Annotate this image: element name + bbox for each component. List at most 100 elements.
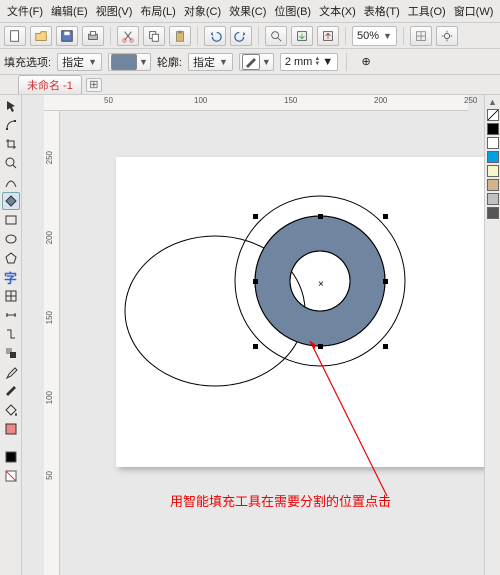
search-button[interactable]	[265, 26, 287, 46]
spinner[interactable]: ▲▼	[314, 57, 320, 67]
outline-mode-combo[interactable]: 指定 ▼	[188, 53, 233, 71]
pick-tool[interactable]	[2, 97, 20, 115]
ruler-mark: 250	[464, 96, 477, 105]
zoom-tool[interactable]	[2, 154, 20, 172]
ruler-mark: 50	[45, 471, 54, 480]
interactive-fill-tool[interactable]	[2, 420, 20, 438]
menu-tools[interactable]: 工具(O)	[405, 2, 449, 20]
outline-mode-value: 指定	[193, 54, 215, 70]
separator	[110, 27, 111, 45]
selection-handle[interactable]	[253, 279, 258, 284]
canvas-area[interactable]: 50 100 150 200 250 250 200 150 100 50	[22, 95, 484, 575]
menu-edit[interactable]: 编辑(E)	[48, 2, 91, 20]
palette-up-icon[interactable]: ▲	[488, 97, 497, 107]
paste-button[interactable]	[169, 26, 191, 46]
new-button[interactable]	[4, 26, 26, 46]
smart-fill-tool[interactable]	[2, 192, 20, 210]
ruler-mark: 50	[104, 96, 113, 105]
zoom-level-combo[interactable]: 50% ▼	[352, 26, 397, 46]
outline-style-picker[interactable]: ▼	[239, 53, 274, 71]
zoom-level-value: 50%	[357, 30, 379, 42]
outline-label: 轮廓:	[157, 54, 182, 70]
chevron-down-icon: ▼	[262, 57, 271, 67]
add-tab-button[interactable]: ⊞	[86, 78, 102, 92]
color-swatch[interactable]	[487, 193, 499, 205]
open-button[interactable]	[30, 26, 52, 46]
drawing-viewport[interactable]: × 用智能填充工具在需要分割的位置点击	[60, 111, 484, 575]
selection-handle[interactable]	[318, 344, 323, 349]
crop-tool[interactable]	[2, 135, 20, 153]
selection-handle[interactable]	[383, 214, 388, 219]
save-button[interactable]	[56, 26, 78, 46]
color-bg[interactable]	[2, 467, 20, 485]
polygon-tool[interactable]	[2, 249, 20, 267]
fill-options-label: 填充选项:	[4, 54, 51, 70]
snap-button[interactable]	[410, 26, 432, 46]
menu-table[interactable]: 表格(T)	[361, 2, 403, 20]
copy-button[interactable]	[143, 26, 165, 46]
chevron-down-icon: ▼	[219, 57, 228, 67]
menu-layout[interactable]: 布局(L)	[137, 2, 178, 20]
toolbox: 字	[0, 95, 22, 575]
ruler-mark: 200	[45, 231, 54, 244]
menu-text[interactable]: 文本(X)	[316, 2, 359, 20]
menu-object[interactable]: 对象(C)	[181, 2, 224, 20]
color-fg[interactable]	[2, 448, 20, 466]
chevron-down-icon: ▼	[383, 31, 392, 41]
ruler-vertical[interactable]: 250 200 150 100 50	[44, 111, 60, 575]
document-tab[interactable]: 未命名 -1	[18, 75, 82, 94]
rectangle-tool[interactable]	[2, 211, 20, 229]
print-button[interactable]	[82, 26, 104, 46]
outline-width-value: 2 mm	[285, 56, 313, 68]
color-swatch[interactable]	[487, 207, 499, 219]
table-tool[interactable]	[2, 287, 20, 305]
menu-file[interactable]: 文件(F)	[4, 2, 46, 20]
chevron-down-icon: ▼	[88, 57, 97, 67]
freehand-tool[interactable]	[2, 173, 20, 191]
export-button[interactable]	[317, 26, 339, 46]
color-swatch[interactable]	[487, 123, 499, 135]
eyedropper-tool[interactable]	[2, 363, 20, 381]
shape-tool[interactable]	[2, 116, 20, 134]
document-tabstrip: 未命名 -1 ⊞	[0, 75, 500, 95]
connector-tool[interactable]	[2, 325, 20, 343]
menu-bitmap[interactable]: 位图(B)	[271, 2, 314, 20]
undo-button[interactable]	[204, 26, 226, 46]
menu-view[interactable]: 视图(V)	[93, 2, 136, 20]
redo-button[interactable]	[230, 26, 252, 46]
selection-handle[interactable]	[253, 214, 258, 219]
selection-handle[interactable]	[318, 214, 323, 219]
selection-handle[interactable]	[383, 279, 388, 284]
separator	[403, 27, 404, 45]
fill-tool[interactable]	[2, 401, 20, 419]
ruler-mark: 250	[45, 151, 54, 164]
color-swatch[interactable]	[487, 165, 499, 177]
ruler-horizontal[interactable]: 50 100 150 200 250	[44, 95, 468, 111]
color-swatch[interactable]	[487, 137, 499, 149]
fill-mode-combo[interactable]: 指定 ▼	[57, 53, 102, 71]
import-button[interactable]	[291, 26, 313, 46]
menu-effect[interactable]: 效果(C)	[226, 2, 269, 20]
text-tool[interactable]: 字	[2, 268, 20, 286]
color-palette: ▲	[484, 95, 500, 575]
color-swatch[interactable]	[487, 179, 499, 191]
ruler-mark: 150	[45, 311, 54, 324]
standard-toolbar: 50% ▼	[0, 23, 500, 49]
outline-tool[interactable]	[2, 382, 20, 400]
fill-color-picker[interactable]: ▼	[108, 53, 151, 71]
menu-window[interactable]: 窗口(W)	[451, 2, 497, 20]
color-swatch[interactable]	[487, 151, 499, 163]
options-button[interactable]	[436, 26, 458, 46]
separator	[345, 27, 346, 45]
ellipse-tool[interactable]	[2, 230, 20, 248]
selection-handle[interactable]	[253, 344, 258, 349]
cut-button[interactable]	[117, 26, 139, 46]
interactive-tool[interactable]	[2, 344, 20, 362]
no-color-swatch[interactable]	[487, 109, 499, 121]
selection-handle[interactable]	[383, 344, 388, 349]
separator	[197, 27, 198, 45]
document-tab-label: 未命名 -1	[27, 80, 73, 92]
add-node-icon[interactable]: ⊕	[355, 52, 377, 72]
dimension-tool[interactable]	[2, 306, 20, 324]
outline-width-input[interactable]: 2 mm ▲▼ ▼	[280, 53, 338, 71]
